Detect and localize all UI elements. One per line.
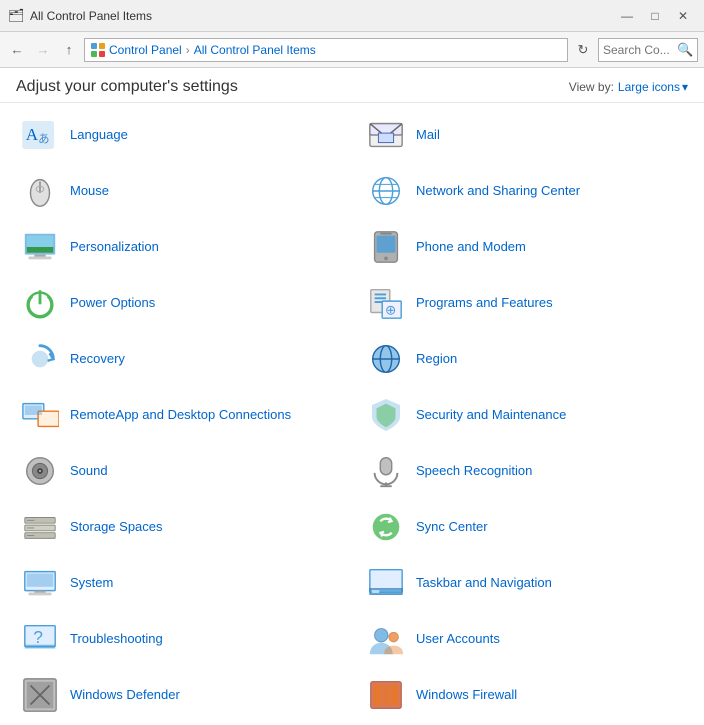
security-label: Security and Maintenance (416, 407, 566, 424)
cp-item-taskbar[interactable]: Taskbar and Navigation (352, 555, 698, 611)
svg-text:?: ? (33, 628, 43, 647)
useraccounts-label: User Accounts (416, 631, 500, 648)
maximize-button[interactable]: □ (642, 6, 668, 26)
sound-label: Sound (70, 463, 108, 480)
security-icon (366, 395, 406, 435)
phone-label: Phone and Modem (416, 239, 526, 256)
view-by-value[interactable]: Large icons ▾ (618, 80, 688, 94)
system-label: System (70, 575, 113, 592)
cp-item-synccenter[interactable]: Sync Center (352, 499, 698, 555)
region-label: Region (416, 351, 457, 368)
content-header: Adjust your computer's settings View by:… (0, 68, 704, 103)
forward-button[interactable]: → (32, 39, 54, 61)
close-button[interactable]: ✕ (670, 6, 696, 26)
search-icon: 🔍 (677, 42, 693, 58)
recovery-icon (20, 339, 60, 379)
network-icon (366, 171, 406, 211)
defender-label: Windows Defender (70, 687, 180, 704)
view-by-label: View by: (569, 80, 614, 94)
recovery-label: Recovery (70, 351, 125, 368)
mail-icon (366, 115, 406, 155)
personalization-icon (20, 227, 60, 267)
cp-item-recovery[interactable]: Recovery (6, 331, 352, 387)
cp-item-region[interactable]: Region (352, 331, 698, 387)
storage-label: Storage Spaces (70, 519, 163, 536)
region-icon (366, 339, 406, 379)
cp-item-personalization[interactable]: Personalization (6, 219, 352, 275)
troubleshooting-label: Troubleshooting (70, 631, 163, 648)
defender-icon (20, 675, 60, 715)
firewall-icon (366, 675, 406, 715)
cp-item-troubleshooting[interactable]: ? Troubleshooting (6, 611, 352, 667)
mouse-label: Mouse (70, 183, 109, 200)
taskbar-label: Taskbar and Navigation (416, 575, 552, 592)
breadcrumb-control-panel[interactable]: Control Panel (109, 43, 182, 57)
cp-item-defender[interactable]: Windows Defender (6, 667, 352, 716)
address-bar: ← → ↑ Control Panel › All Control Panel … (0, 32, 704, 68)
storage-icon (20, 507, 60, 547)
language-icon: Aあ (20, 115, 60, 155)
up-button[interactable]: ↑ (58, 39, 80, 61)
firewall-label: Windows Firewall (416, 687, 517, 704)
power-label: Power Options (70, 295, 155, 312)
title-bar: 🗂 All Control Panel Items — □ ✕ (0, 0, 704, 32)
cp-item-useraccounts[interactable]: User Accounts (352, 611, 698, 667)
power-icon (20, 283, 60, 323)
cp-item-mouse[interactable]: Mouse (6, 163, 352, 219)
system-icon (20, 563, 60, 603)
breadcrumb-all-items[interactable]: All Control Panel Items (194, 43, 316, 57)
items-grid: Aあ Language Mail Mouse Network and Shari… (6, 107, 698, 716)
cp-item-security[interactable]: Security and Maintenance (352, 387, 698, 443)
cp-item-network[interactable]: Network and Sharing Center (352, 163, 698, 219)
control-panel-icon (91, 43, 105, 57)
cp-item-mail[interactable]: Mail (352, 107, 698, 163)
svg-text:⊕: ⊕ (385, 302, 396, 317)
programs-label: Programs and Features (416, 295, 553, 312)
cp-item-power[interactable]: Power Options (6, 275, 352, 331)
troubleshooting-icon: ? (20, 619, 60, 659)
title-controls: — □ ✕ (614, 6, 696, 26)
view-by-container: View by: Large icons ▾ (569, 80, 688, 94)
title-bar-left: 🗂 All Control Panel Items (8, 8, 152, 24)
useraccounts-icon (366, 619, 406, 659)
synccenter-icon (366, 507, 406, 547)
cp-item-sound[interactable]: Sound (6, 443, 352, 499)
items-container: Aあ Language Mail Mouse Network and Shari… (0, 103, 704, 716)
speech-label: Speech Recognition (416, 463, 532, 480)
cp-item-programs[interactable]: ⊕ Programs and Features (352, 275, 698, 331)
window-title: All Control Panel Items (30, 9, 152, 23)
cp-item-system[interactable]: System (6, 555, 352, 611)
search-input[interactable] (603, 43, 673, 57)
cp-item-phone[interactable]: Phone and Modem (352, 219, 698, 275)
breadcrumb: Control Panel › All Control Panel Items (109, 43, 316, 57)
sound-icon (20, 451, 60, 491)
synccenter-label: Sync Center (416, 519, 488, 536)
refresh-button[interactable]: ↻ (572, 39, 594, 61)
app-icon: 🗂 (8, 8, 24, 24)
speech-icon (366, 451, 406, 491)
programs-icon: ⊕ (366, 283, 406, 323)
phone-icon (366, 227, 406, 267)
remoteapp-icon (20, 395, 60, 435)
minimize-button[interactable]: — (614, 6, 640, 26)
mail-label: Mail (416, 127, 440, 144)
mouse-icon (20, 171, 60, 211)
remoteapp-label: RemoteApp and Desktop Connections (70, 407, 291, 424)
back-button[interactable]: ← (6, 39, 28, 61)
page-title: Adjust your computer's settings (16, 78, 238, 96)
network-label: Network and Sharing Center (416, 183, 580, 200)
cp-item-language[interactable]: Aあ Language (6, 107, 352, 163)
personalization-label: Personalization (70, 239, 159, 256)
cp-item-storage[interactable]: Storage Spaces (6, 499, 352, 555)
search-box[interactable]: 🔍 (598, 38, 698, 62)
language-label: Language (70, 127, 128, 144)
taskbar-icon (366, 563, 406, 603)
svg-text:あ: あ (38, 133, 49, 146)
address-field[interactable]: Control Panel › All Control Panel Items (84, 38, 568, 62)
svg-text:A: A (26, 125, 39, 144)
cp-item-speech[interactable]: Speech Recognition (352, 443, 698, 499)
cp-item-firewall[interactable]: Windows Firewall (352, 667, 698, 716)
cp-item-remoteapp[interactable]: RemoteApp and Desktop Connections (6, 387, 352, 443)
